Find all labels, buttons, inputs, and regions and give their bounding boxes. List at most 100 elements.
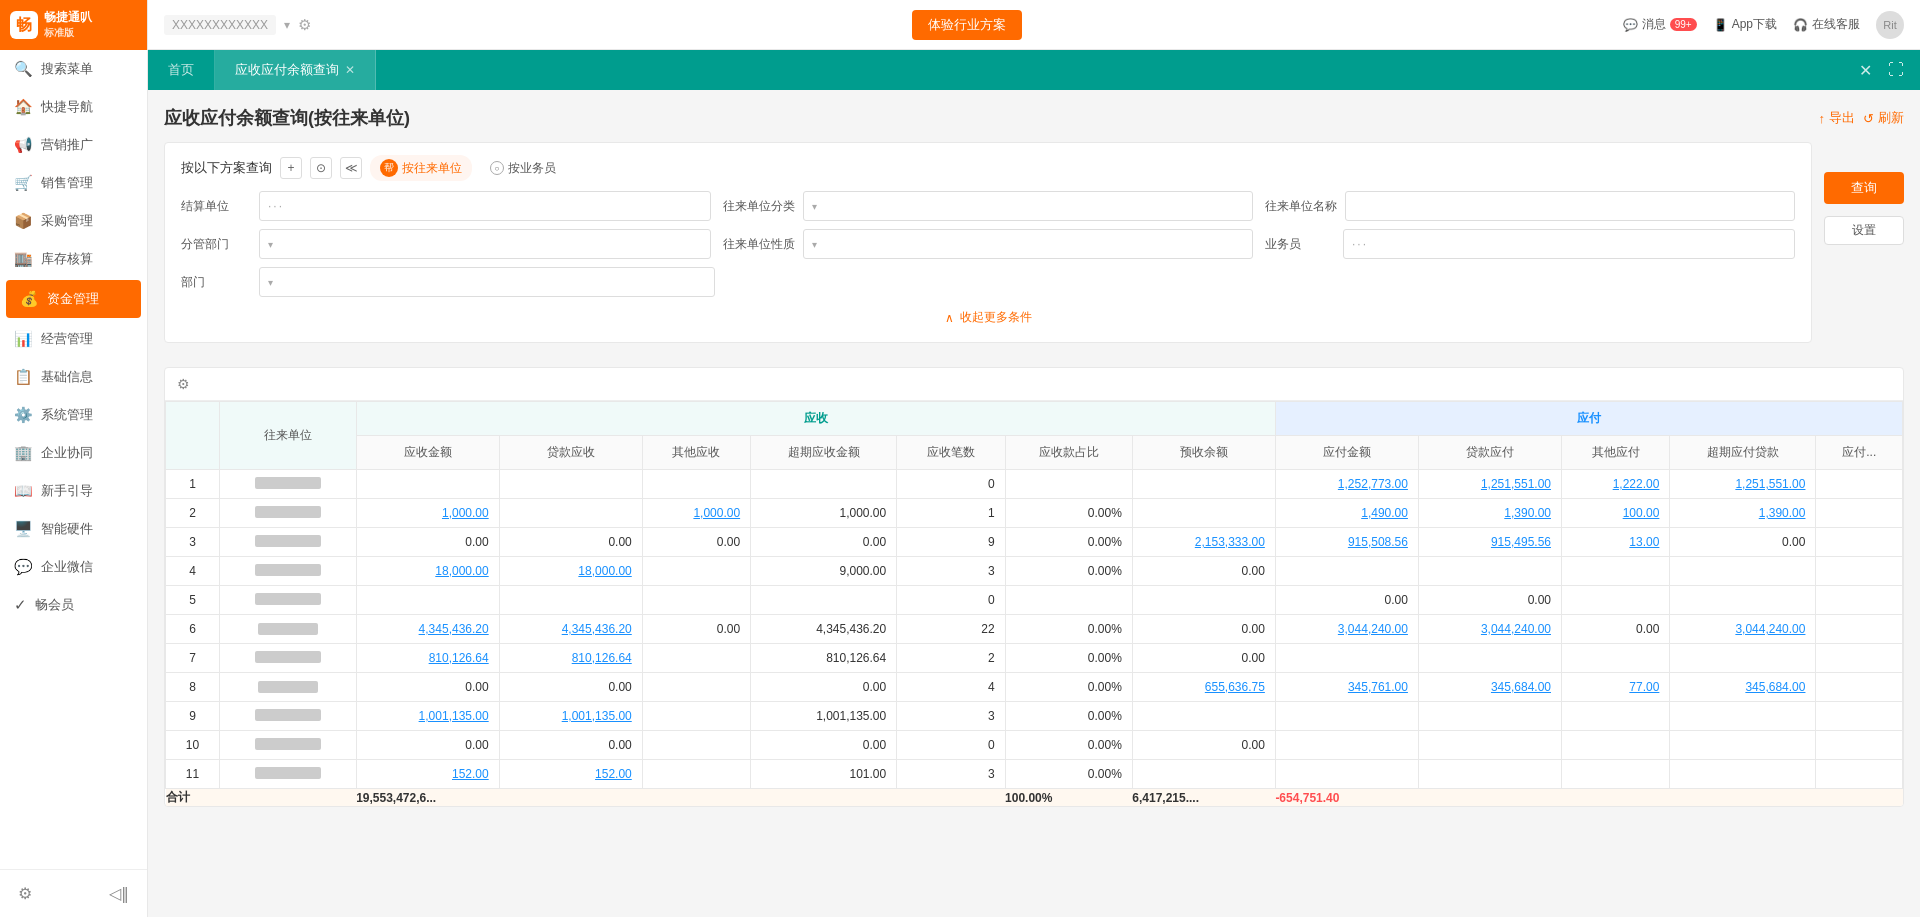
- cell-ar-advance[interactable]: 655,636.75: [1132, 673, 1275, 702]
- cell-ap-other[interactable]: 100.00: [1562, 499, 1670, 528]
- cell-ap-loan: 0.00: [1418, 586, 1561, 615]
- scheme-settings-btn[interactable]: ⊙: [310, 157, 332, 179]
- topbar-settings-icon[interactable]: ⚙: [298, 16, 311, 34]
- cell-ar-loan[interactable]: 810,126.64: [499, 644, 642, 673]
- cell-ar-amount[interactable]: 18,000.00: [356, 557, 499, 586]
- cell-ar-advance[interactable]: 2,153,333.00: [1132, 528, 1275, 557]
- sidebar-item-ops[interactable]: 📊经营管理: [0, 320, 147, 358]
- cell-ar-amount[interactable]: 1,001,135.00: [356, 702, 499, 731]
- cell-partner: [219, 499, 356, 528]
- cell-ap-amount[interactable]: 345,761.00: [1275, 673, 1418, 702]
- cell-ap-loan[interactable]: 345,684.00: [1418, 673, 1561, 702]
- cell-ar-ratio: 0.00%: [1005, 528, 1132, 557]
- service-btn[interactable]: 🎧 在线客服: [1793, 16, 1860, 33]
- sidebar-icon-hardware: 🖥️: [14, 520, 33, 538]
- sidebar-item-corp[interactable]: 🏢企业协同: [0, 434, 147, 472]
- export-btn[interactable]: ↑ 导出: [1819, 109, 1856, 127]
- cell-ap-loan[interactable]: 3,044,240.00: [1418, 615, 1561, 644]
- tfoot-ar-amount[interactable]: 19,553,472,6...: [356, 789, 499, 807]
- sidebar-item-member[interactable]: ✓畅会员: [0, 586, 147, 624]
- cell-ap-amount[interactable]: 915,508.56: [1275, 528, 1418, 557]
- cell-ar-ratio: 0.00%: [1005, 731, 1132, 760]
- tab-ar-ap[interactable]: 应收应付余额查询 ✕: [215, 50, 376, 90]
- cell-ar-other: [642, 731, 750, 760]
- sidebar-item-sales[interactable]: 🛒销售管理: [0, 164, 147, 202]
- sidebar-collapse-btn[interactable]: ◁‖: [101, 880, 137, 907]
- collapse-bar[interactable]: ∧ 收起更多条件: [181, 305, 1795, 330]
- cell-ar-loan[interactable]: 4,345,436.20: [499, 615, 642, 644]
- tfoot-ar-advance[interactable]: 6,417,215....: [1132, 789, 1275, 807]
- dept-input[interactable]: [259, 267, 715, 297]
- table-row: 10 0.00 0.00 0.00 0 0.00% 0.00: [166, 731, 1903, 760]
- cell-ap-overdue[interactable]: 345,684.00: [1670, 673, 1816, 702]
- sidebar-icon-search: 🔍: [14, 60, 33, 78]
- table-row: 1 0 1,252,773.00 1,251,551.00 1,222.00 1…: [166, 470, 1903, 499]
- cell-ar-loan[interactable]: 18,000.00: [499, 557, 642, 586]
- tab-home[interactable]: 首页: [148, 50, 215, 90]
- cell-ap-loan[interactable]: 1,251,551.00: [1418, 470, 1561, 499]
- table-settings-icon[interactable]: ⚙: [177, 376, 190, 392]
- cell-ar-loan[interactable]: 152.00: [499, 760, 642, 789]
- sidebar-item-base[interactable]: 📋基础信息: [0, 358, 147, 396]
- cell-ar-other: 0.00: [642, 615, 750, 644]
- sidebar-item-search[interactable]: 🔍搜索菜单: [0, 50, 147, 88]
- scheme-partner-item[interactable]: 帮 按往来单位: [370, 155, 472, 181]
- cell-ap-overdue[interactable]: 1,251,551.00: [1670, 470, 1816, 499]
- partner-category-input[interactable]: [803, 191, 1253, 221]
- messages-btn[interactable]: 💬 消息 99+: [1623, 16, 1697, 33]
- partner-nature-input[interactable]: [803, 229, 1253, 259]
- cell-ar-amount[interactable]: 152.00: [356, 760, 499, 789]
- cell-ap-loan[interactable]: 915,495.56: [1418, 528, 1561, 557]
- scheme-back-btn[interactable]: ≪: [340, 157, 362, 179]
- scheme-salesperson-item[interactable]: ○ 按业务员: [480, 156, 566, 181]
- company-dropdown-icon[interactable]: ▾: [284, 18, 290, 32]
- sidebar-item-sys[interactable]: ⚙️系统管理: [0, 396, 147, 434]
- dept-mgr-input[interactable]: [259, 229, 711, 259]
- cell-partner: [219, 644, 356, 673]
- cell-partner: [219, 702, 356, 731]
- cell-partner: [219, 760, 356, 789]
- salesperson-input[interactable]: [1343, 229, 1795, 259]
- solution-btn[interactable]: 体验行业方案: [912, 10, 1022, 40]
- th-ap-more: 应付...: [1816, 436, 1903, 470]
- refresh-btn[interactable]: ↺ 刷新: [1863, 109, 1904, 127]
- tabbar-actions: ✕ ⛶: [1855, 50, 1920, 90]
- sidebar-settings-btn[interactable]: ⚙: [10, 880, 40, 907]
- cell-ar-amount[interactable]: 1,000.00: [356, 499, 499, 528]
- company-selector[interactable]: XXXXXXXXXXXX: [164, 15, 276, 35]
- app-download-btn[interactable]: 📱 App下载: [1713, 16, 1777, 33]
- cell-ar-other[interactable]: 1,000.00: [642, 499, 750, 528]
- sidebar-item-finance[interactable]: 💰资金管理: [6, 280, 141, 318]
- set-btn[interactable]: 设置: [1824, 216, 1904, 245]
- cell-ar-advance: [1132, 760, 1275, 789]
- sidebar-item-stock[interactable]: 🏬库存核算: [0, 240, 147, 278]
- cell-ap-overdue[interactable]: 1,390.00: [1670, 499, 1816, 528]
- tab-close-icon[interactable]: ✕: [345, 63, 355, 77]
- cell-ar-amount[interactable]: 810,126.64: [356, 644, 499, 673]
- cell-ap-loan[interactable]: 1,390.00: [1418, 499, 1561, 528]
- export-icon: ↑: [1819, 111, 1826, 126]
- user-avatar[interactable]: Rit: [1876, 11, 1904, 39]
- sidebar-item-wechat[interactable]: 💬企业微信: [0, 548, 147, 586]
- cell-index: 11: [166, 760, 220, 789]
- cell-ar-loan[interactable]: 1,001,135.00: [499, 702, 642, 731]
- settlement-unit-input[interactable]: [259, 191, 711, 221]
- cell-ar-amount[interactable]: 4,345,436.20: [356, 615, 499, 644]
- cell-ap-other[interactable]: 13.00: [1562, 528, 1670, 557]
- sidebar-item-nav[interactable]: 🏠快捷导航: [0, 88, 147, 126]
- cell-ap-amount[interactable]: 3,044,240.00: [1275, 615, 1418, 644]
- tab-expand-btn[interactable]: ⛶: [1884, 57, 1908, 83]
- partner-name-input[interactable]: [1345, 191, 1795, 221]
- cell-ap-other[interactable]: 1,222.00: [1562, 470, 1670, 499]
- sidebar-item-purchase[interactable]: 📦采购管理: [0, 202, 147, 240]
- cell-ap-other[interactable]: 77.00: [1562, 673, 1670, 702]
- sidebar-item-hardware[interactable]: 🖥️智能硬件: [0, 510, 147, 548]
- cell-ap-amount[interactable]: 1,490.00: [1275, 499, 1418, 528]
- sidebar-item-guide[interactable]: 📖新手引导: [0, 472, 147, 510]
- cell-ap-amount[interactable]: 1,252,773.00: [1275, 470, 1418, 499]
- sidebar-item-marketing[interactable]: 📢营销推广: [0, 126, 147, 164]
- tab-close-window-btn[interactable]: ✕: [1855, 57, 1876, 84]
- query-btn[interactable]: 查询: [1824, 172, 1904, 204]
- cell-ap-overdue[interactable]: 3,044,240.00: [1670, 615, 1816, 644]
- scheme-add-btn[interactable]: +: [280, 157, 302, 179]
